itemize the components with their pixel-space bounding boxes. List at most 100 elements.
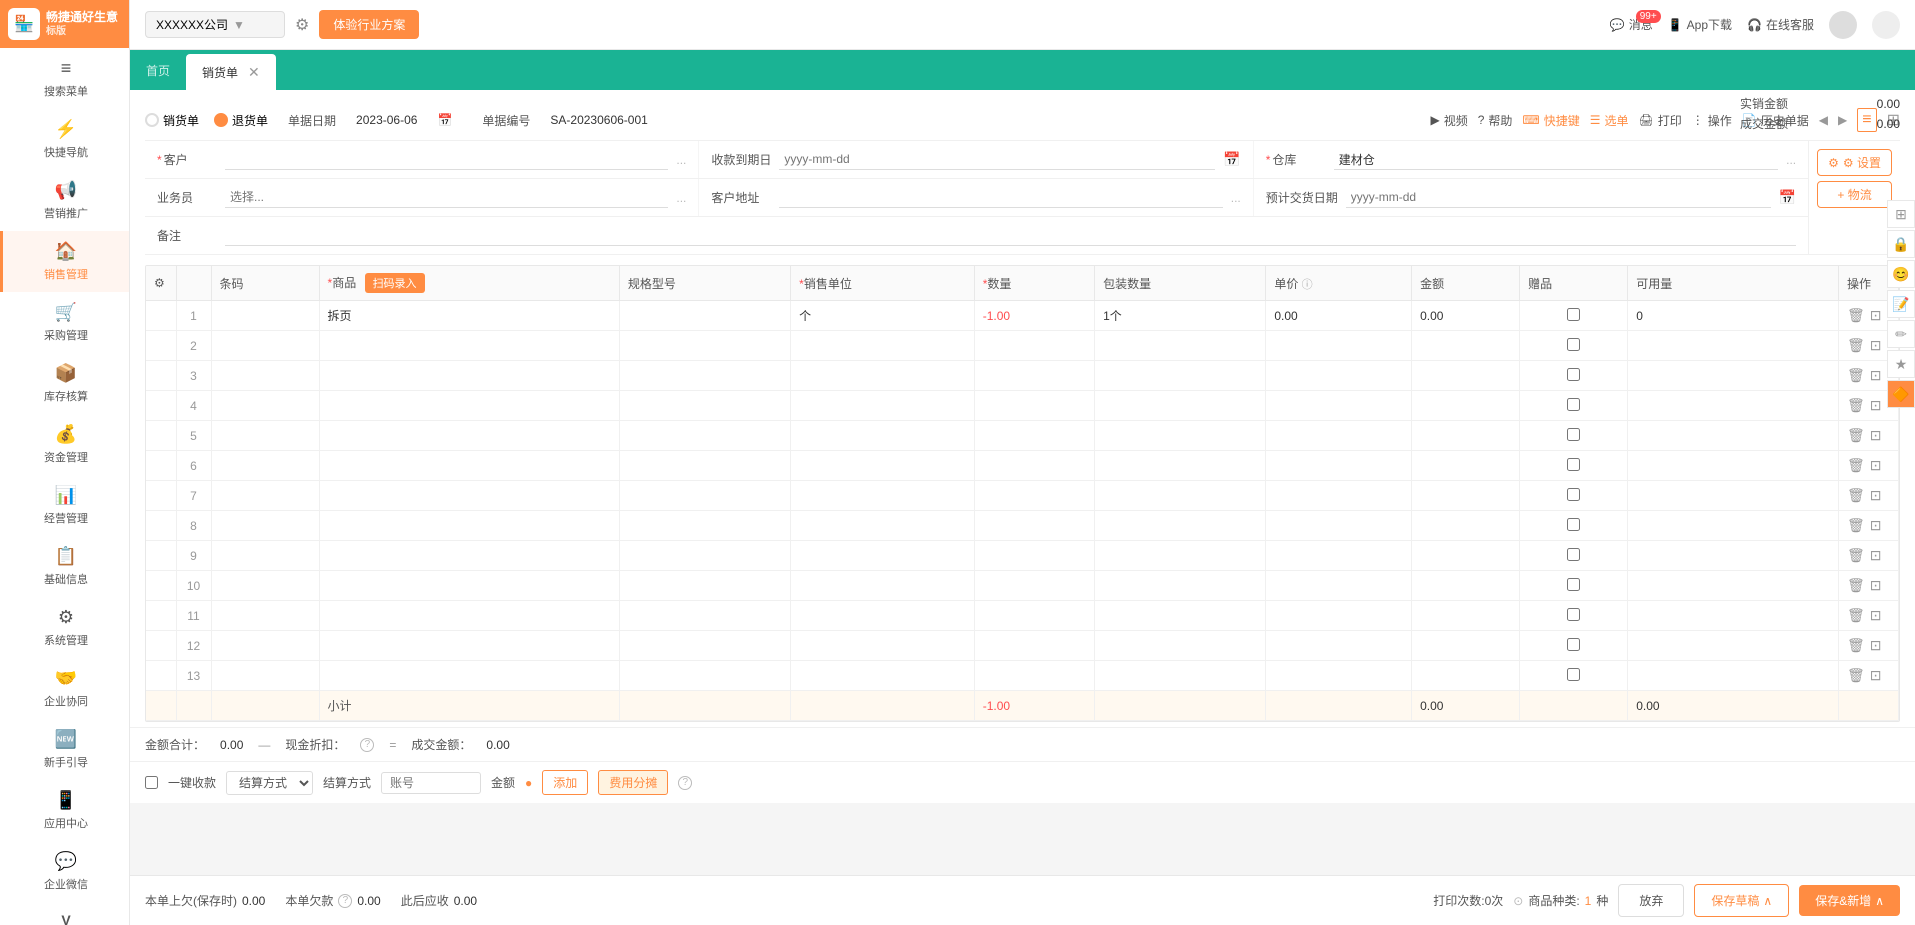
payment-due-calendar-icon[interactable]: 📅 bbox=[1223, 151, 1240, 168]
app-download-btn[interactable]: 📱 App下载 bbox=[1668, 16, 1732, 33]
gift-checkbox-4[interactable] bbox=[1567, 398, 1580, 411]
delete-icon-1[interactable]: 🗑 bbox=[1847, 307, 1865, 324]
payment-account-input[interactable] bbox=[381, 772, 481, 794]
gift-checkbox-10[interactable] bbox=[1567, 578, 1580, 591]
gift-checkbox-8[interactable] bbox=[1567, 518, 1580, 531]
sidebar-item-quicknav[interactable]: ⚡ 快捷导航 bbox=[0, 109, 129, 170]
toolbar-shortcut-btn[interactable]: ⌨ 快捷键 bbox=[1522, 112, 1579, 129]
gift-checkbox-13[interactable] bbox=[1567, 668, 1580, 681]
right-tool-note[interactable]: 📝 bbox=[1887, 290, 1915, 318]
payment-method-select[interactable]: 结算方式 bbox=[226, 771, 313, 795]
add-payment-btn[interactable]: 添加 bbox=[542, 770, 588, 795]
sidebar-item-sales[interactable]: 🏠 销售管理 bbox=[0, 231, 129, 292]
right-tool-orange[interactable]: 🔶 bbox=[1887, 380, 1915, 408]
gift-checkbox-3[interactable] bbox=[1567, 368, 1580, 381]
sidebar-item-operations[interactable]: 📊 经营管理 bbox=[0, 475, 129, 536]
right-tool-lock[interactable]: 🔒 bbox=[1887, 230, 1915, 258]
gift-checkbox-9[interactable] bbox=[1567, 548, 1580, 561]
salesperson-dots[interactable]: ... bbox=[676, 191, 686, 205]
settings-btn[interactable]: ⚙ ⚙ 设置 bbox=[1817, 149, 1892, 176]
warehouse-input[interactable] bbox=[1334, 149, 1778, 170]
copy-icon-9[interactable]: ⊡ bbox=[1870, 547, 1882, 564]
tab-home[interactable]: 首页 bbox=[130, 50, 186, 90]
header-gear-icon[interactable]: ⚙ bbox=[295, 15, 309, 35]
customer-addr-dots[interactable]: ... bbox=[1231, 191, 1241, 205]
copy-icon-11[interactable]: ⊡ bbox=[1870, 607, 1882, 624]
gift-checkbox-1[interactable] bbox=[1567, 308, 1580, 321]
customer-input[interactable] bbox=[225, 149, 668, 170]
delete-icon-8[interactable]: 🗑 bbox=[1847, 517, 1865, 534]
copy-icon-4[interactable]: ⊡ bbox=[1870, 397, 1882, 414]
copy-icon-10[interactable]: ⊡ bbox=[1870, 577, 1882, 594]
scan-btn[interactable]: 扫码录入 bbox=[365, 273, 425, 293]
sidebar-item-system[interactable]: ⚙ 系统管理 bbox=[0, 597, 129, 658]
copy-icon-5[interactable]: ⊡ bbox=[1870, 427, 1882, 444]
right-tool-grid[interactable]: ⊞ bbox=[1887, 200, 1915, 228]
delivery-date-input[interactable] bbox=[1346, 187, 1771, 208]
radio-return[interactable]: 退货单 bbox=[214, 112, 268, 129]
right-tool-edit[interactable]: ✏ bbox=[1887, 320, 1915, 348]
toolbar-help-btn[interactable]: ? 帮助 bbox=[1478, 112, 1513, 129]
toolbar-video-btn[interactable]: ▶ 视频 bbox=[1430, 112, 1467, 129]
sidebar-item-inventory[interactable]: 📦 库存核算 bbox=[0, 353, 129, 414]
gift-checkbox-5[interactable] bbox=[1567, 428, 1580, 441]
company-selector[interactable]: XXXXXX公司 ▼ bbox=[145, 11, 285, 38]
delete-icon-9[interactable]: 🗑 bbox=[1847, 547, 1865, 564]
gift-checkbox-7[interactable] bbox=[1567, 488, 1580, 501]
sidebar-item-search[interactable]: ≡ 搜索菜单 bbox=[0, 48, 129, 109]
delete-icon-4[interactable]: 🗑 bbox=[1847, 397, 1865, 414]
right-tool-star[interactable]: ★ bbox=[1887, 350, 1915, 378]
remark-input[interactable] bbox=[225, 225, 1796, 246]
customer-dots[interactable]: ... bbox=[676, 153, 686, 167]
delete-icon-13[interactable]: 🗑 bbox=[1847, 667, 1865, 684]
user-avatar2[interactable] bbox=[1872, 11, 1900, 39]
discount-help-icon[interactable]: ? bbox=[360, 738, 374, 752]
delete-icon-6[interactable]: 🗑 bbox=[1847, 457, 1865, 474]
tab-close-icon[interactable]: ✕ bbox=[248, 64, 260, 81]
delete-icon-10[interactable]: 🗑 bbox=[1847, 577, 1865, 594]
delete-icon-3[interactable]: 🗑 bbox=[1847, 367, 1865, 384]
product-type-info[interactable]: ⊙ 商品种类: 1 种 bbox=[1513, 892, 1608, 909]
delete-icon-2[interactable]: 🗑 bbox=[1847, 337, 1865, 354]
one-click-checkbox[interactable] bbox=[145, 776, 158, 789]
sidebar-item-appcenter[interactable]: 📱 应用中心 bbox=[0, 780, 129, 841]
gift-checkbox-6[interactable] bbox=[1567, 458, 1580, 471]
delete-icon-11[interactable]: 🗑 bbox=[1847, 607, 1865, 624]
calendar-icon[interactable]: 📅 bbox=[437, 113, 452, 127]
sidebar-item-finance[interactable]: 💰 资金管理 bbox=[0, 414, 129, 475]
radio-sales[interactable]: 销货单 bbox=[145, 112, 199, 129]
user-avatar[interactable] bbox=[1829, 11, 1857, 39]
gift-checkbox-11[interactable] bbox=[1567, 608, 1580, 621]
right-tool-emoji[interactable]: 😊 bbox=[1887, 260, 1915, 288]
message-btn[interactable]: 💬 消息 99+ bbox=[1610, 16, 1653, 33]
abandon-btn[interactable]: 放弃 bbox=[1618, 884, 1684, 917]
sidebar-item-guide[interactable]: 🆕 新手引导 bbox=[0, 719, 129, 780]
toolbar-ops-btn[interactable]: ⋮ 操作 bbox=[1692, 112, 1732, 129]
delete-icon-5[interactable]: 🗑 bbox=[1847, 427, 1865, 444]
copy-icon-6[interactable]: ⊡ bbox=[1870, 457, 1882, 474]
salesperson-input[interactable] bbox=[225, 187, 668, 208]
fee-split-btn[interactable]: 费用分摊 bbox=[598, 770, 668, 795]
arrears-help-icon[interactable]: ? bbox=[338, 894, 352, 908]
sidebar-item-purchase[interactable]: 🛒 采购管理 bbox=[0, 292, 129, 353]
copy-icon-12[interactable]: ⊡ bbox=[1870, 637, 1882, 654]
sidebar-item-marketing[interactable]: 📢 营销推广 bbox=[0, 170, 129, 231]
sidebar-item-wechat[interactable]: 💬 企业微信 bbox=[0, 841, 129, 902]
sidebar-item-member[interactable]: V 畅会员 bbox=[0, 902, 129, 925]
copy-icon-7[interactable]: ⊡ bbox=[1870, 487, 1882, 504]
gift-checkbox-2[interactable] bbox=[1567, 338, 1580, 351]
toolbar-print-btn[interactable]: 🖨 打印 bbox=[1639, 112, 1682, 129]
copy-icon-3[interactable]: ⊡ bbox=[1870, 367, 1882, 384]
sidebar-item-corp[interactable]: 🤝 企业协同 bbox=[0, 658, 129, 719]
delete-icon-12[interactable]: 🗑 bbox=[1847, 637, 1865, 654]
save-draft-btn[interactable]: 保存草稿 ∧ bbox=[1694, 884, 1789, 917]
delivery-date-calendar-icon[interactable]: 📅 bbox=[1779, 189, 1796, 206]
fee-help-icon[interactable]: ? bbox=[678, 776, 692, 790]
save-new-btn[interactable]: 保存&新增 ∧ bbox=[1799, 885, 1900, 916]
copy-icon-1[interactable]: ⊡ bbox=[1870, 307, 1882, 324]
service-btn[interactable]: 🎧 在线客服 bbox=[1747, 16, 1814, 33]
logistics-btn[interactable]: + 物流 bbox=[1817, 181, 1892, 208]
copy-icon-13[interactable]: ⊡ bbox=[1870, 667, 1882, 684]
trial-button[interactable]: 体验行业方案 bbox=[319, 10, 419, 39]
copy-icon-8[interactable]: ⊡ bbox=[1870, 517, 1882, 534]
